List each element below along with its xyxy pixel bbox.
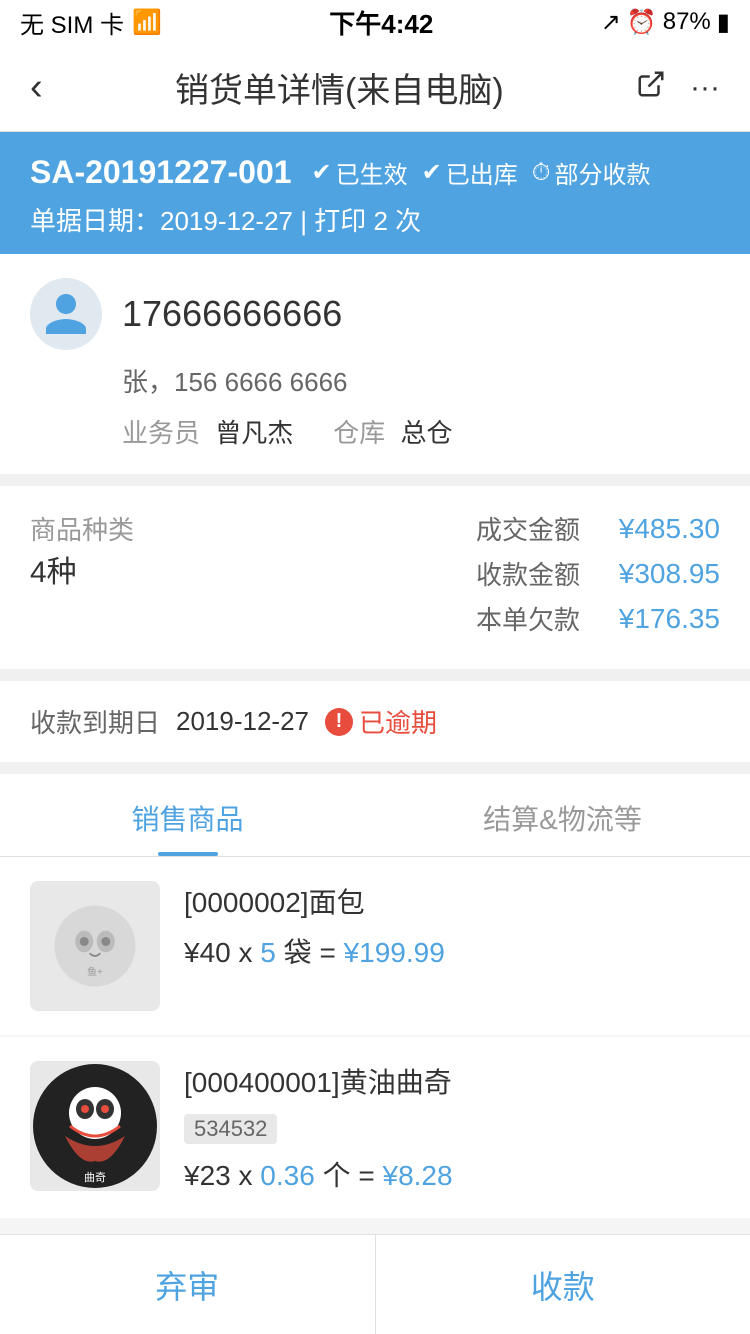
product-info-1: [0000002]面包 ¥40 x 5 袋 = ¥199.99 bbox=[184, 881, 720, 971]
tab-settlement[interactable]: 结算&物流等 bbox=[375, 774, 750, 856]
share-button[interactable] bbox=[636, 69, 666, 107]
battery-icon: ▮ bbox=[717, 8, 730, 37]
debt-line: 本单欠款 ¥176.35 bbox=[476, 600, 720, 637]
location-icon: ↗ bbox=[601, 8, 621, 37]
svg-text:曲奇: 曲奇 bbox=[84, 1171, 106, 1184]
alarm-icon: ⏰ bbox=[627, 8, 657, 37]
status-bar: 无 SIM 卡 📶 下午4:42 ↗ ⏰ 87% ▮ bbox=[0, 0, 750, 44]
customer-row: 17666666666 bbox=[30, 278, 720, 350]
overdue-dot-icon: ! bbox=[325, 708, 353, 736]
product-price-1: ¥40 x 5 袋 = ¥199.99 bbox=[184, 931, 720, 971]
due-section: 收款到期日 2019-12-27 ! 已逾期 bbox=[0, 681, 750, 774]
product-type-info: 商品种类 4种 bbox=[30, 510, 134, 591]
status-badges: ✔ 已生效 ✔ 已出库 ⏱ 部分收款 bbox=[312, 155, 651, 190]
bottom-bar: 弃审 收款 bbox=[0, 1234, 750, 1334]
battery-text: 87% bbox=[663, 8, 711, 36]
amount-info: 成交金额 ¥485.30 收款金额 ¥308.95 本单欠款 ¥176.35 bbox=[476, 510, 720, 645]
order-header: SA-20191227-001 ✔ 已生效 ✔ 已出库 ⏱ 部分收款 单据日期：… bbox=[0, 132, 750, 254]
product-name-2: [000400001]黄油曲奇 bbox=[184, 1061, 720, 1101]
status-right: ↗ ⏰ 87% ▮ bbox=[601, 8, 730, 37]
tabs: 销售商品 结算&物流等 bbox=[0, 774, 750, 857]
collect-payment-button[interactable]: 收款 bbox=[376, 1235, 750, 1334]
product-image-2: 曲奇 bbox=[30, 1061, 160, 1191]
nav-bar: ‹ 销货单详情(来自电脑) ··· bbox=[0, 44, 750, 132]
cancel-review-button[interactable]: 弃审 bbox=[0, 1235, 376, 1334]
page-title: 销货单详情(来自电脑) bbox=[175, 63, 504, 112]
product-item: 曲奇 [000400001]黄油曲奇 534532 ¥23 x 0.36 个 =… bbox=[0, 1037, 750, 1218]
customer-sub-info: 张，156 6666 6666 bbox=[30, 362, 720, 399]
customer-meta: 业务员 曾凡杰 仓库 总仓 bbox=[30, 413, 720, 450]
amount-line: 成交金额 ¥485.30 bbox=[476, 510, 720, 547]
sales-person: 业务员 曾凡杰 bbox=[122, 413, 293, 450]
check-icon-1: ✔ bbox=[312, 158, 332, 187]
overdue-badge: ! 已逾期 bbox=[325, 703, 437, 740]
status-time: 下午4:42 bbox=[329, 4, 433, 41]
product-info-2: [000400001]黄油曲奇 534532 ¥23 x 0.36 个 = ¥8… bbox=[184, 1061, 720, 1194]
order-id: SA-20191227-001 bbox=[30, 154, 292, 191]
warehouse: 仓库 总仓 bbox=[333, 413, 452, 450]
product-name-1: [0000002]面包 bbox=[184, 881, 720, 921]
wifi-icon: 📶 bbox=[132, 8, 162, 37]
product-list: 鱼+ [0000002]面包 ¥40 x 5 袋 = ¥199.99 bbox=[0, 857, 750, 1218]
carrier-text: 无 SIM 卡 bbox=[20, 5, 124, 40]
summary-row: 商品种类 4种 成交金额 ¥485.30 收款金额 ¥308.95 本单欠款 ¥… bbox=[30, 510, 720, 645]
customer-phone: 17666666666 bbox=[122, 293, 342, 335]
svg-text:鱼+: 鱼+ bbox=[87, 965, 103, 978]
order-date-row: 单据日期：2019-12-27 | 打印 2 次 bbox=[30, 201, 720, 238]
nav-actions: ··· bbox=[636, 69, 720, 107]
more-button[interactable]: ··· bbox=[690, 71, 720, 105]
check-icon-2: ✔ bbox=[422, 158, 442, 187]
summary-section: 商品种类 4种 成交金额 ¥485.30 收款金额 ¥308.95 本单欠款 ¥… bbox=[0, 486, 750, 681]
status-badge-active: ✔ 已生效 bbox=[312, 155, 408, 190]
back-button[interactable]: ‹ bbox=[30, 66, 43, 109]
status-left: 无 SIM 卡 📶 bbox=[20, 5, 162, 40]
product-item: 鱼+ [0000002]面包 ¥40 x 5 袋 = ¥199.99 bbox=[0, 857, 750, 1035]
product-tag-2: 534532 bbox=[184, 1114, 277, 1144]
status-badge-shipped: ✔ 已出库 bbox=[422, 155, 518, 190]
status-badge-partial: ⏱ 部分收款 bbox=[532, 155, 651, 190]
received-line: 收款金额 ¥308.95 bbox=[476, 555, 720, 592]
product-image-1: 鱼+ bbox=[30, 881, 160, 1011]
avatar bbox=[30, 278, 102, 350]
product-price-2: ¥23 x 0.36 个 = ¥8.28 bbox=[184, 1154, 720, 1194]
tab-products[interactable]: 销售商品 bbox=[0, 774, 375, 856]
clock-icon: ⏱ bbox=[532, 159, 551, 187]
order-id-row: SA-20191227-001 ✔ 已生效 ✔ 已出库 ⏱ 部分收款 bbox=[30, 154, 720, 191]
customer-section: 17666666666 张，156 6666 6666 业务员 曾凡杰 仓库 总… bbox=[0, 254, 750, 486]
